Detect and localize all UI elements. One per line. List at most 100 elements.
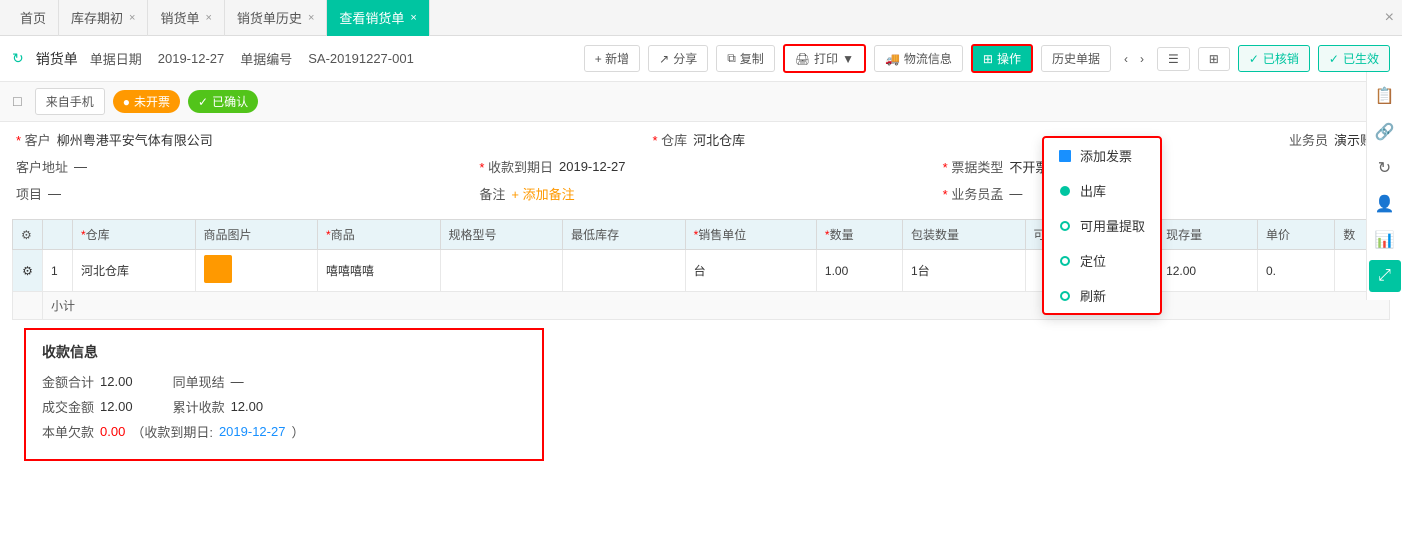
table-row: ⚙ 1 河北仓库 嘻嘻嘻嘻 台 1.00 1台 — [13, 250, 1390, 292]
subtotal-row: 小计 — [13, 292, 1390, 320]
product-thumbnail — [204, 255, 232, 283]
total-amount-value: 12.00 — [100, 374, 133, 389]
owed-due-date: 2019-12-27 — [219, 424, 286, 439]
add-invoice-item[interactable]: 添加发票 — [1044, 138, 1160, 173]
row-gear[interactable]: ⚙ — [13, 250, 43, 292]
warehouse-col-header: *仓库 — [73, 220, 196, 250]
receipt-box: 收款信息 金额合计 12.00 同单现结 — 成交金额 12.00 — [24, 328, 544, 461]
sidebar-link-icon[interactable]: 🔗 — [1369, 116, 1401, 148]
available-qty-item[interactable]: 可用量提取 — [1044, 208, 1160, 243]
doc-icon: ↻ — [12, 50, 24, 67]
close-all-tabs[interactable]: × — [1385, 9, 1394, 27]
cumulative-value: 12.00 — [231, 399, 264, 414]
row-sales-unit: 台 — [685, 250, 816, 292]
same-order-settlement-field: 同单现结 — — [173, 372, 244, 391]
sidebar-expand-icon[interactable]: ⤢ — [1369, 260, 1401, 292]
available-qty-label: 可用量提取 — [1080, 216, 1145, 235]
next-arrow[interactable]: › — [1135, 50, 1149, 68]
sidebar-user-icon[interactable]: 👤 — [1369, 188, 1401, 220]
operations-dropdown: 添加发票 出库 可用量提取 定位 — [1042, 136, 1162, 315]
tab-sales-history[interactable]: 销货单历史 × — [225, 0, 327, 36]
close-tab-sales[interactable]: × — [205, 12, 211, 24]
project-value: — — [48, 186, 61, 201]
customer-value[interactable]: 柳州粤港平安气体有限公司 — [57, 130, 213, 149]
history-button[interactable]: 历史单据 — [1041, 45, 1111, 72]
owed-value: 0.00 — [100, 424, 125, 439]
confirm-icon: ✓ — [198, 95, 208, 109]
tab-view-sales[interactable]: 查看销货单 × — [327, 0, 429, 36]
confirm-button[interactable]: ✓ 已确认 — [188, 90, 258, 113]
refresh-item[interactable]: 刷新 — [1044, 278, 1160, 313]
date-label: 单据日期 — [90, 49, 142, 68]
available-qty-icon — [1058, 219, 1072, 233]
add-note-button[interactable]: 添加备注 — [511, 184, 574, 203]
row-quantity: 1.00 — [816, 250, 902, 292]
owed-amount-field: 本单欠款 0.00 （收款到期日: 2019-12-27 ） — [42, 422, 304, 441]
add-invoice-label: 添加发票 — [1080, 146, 1132, 165]
current-stock-col-header: 现存量 — [1158, 220, 1258, 250]
number-value: SA-20191227-001 — [308, 51, 414, 66]
locate-label: 定位 — [1080, 251, 1106, 270]
new-button[interactable]: + 新增 — [584, 45, 640, 72]
logistics-icon: 🚚 — [885, 52, 900, 66]
table-section: ⚙ *仓库 商品图片 *商品 规格型号 最低库存 *销售单位 *数量 包装数量 … — [0, 219, 1402, 320]
sidebar-refresh-icon[interactable]: ↻ — [1369, 152, 1401, 184]
warehouse-value[interactable]: 河北仓库 — [693, 130, 745, 149]
row-min-stock — [563, 250, 686, 292]
from-phone-button[interactable]: 来自手机 — [35, 88, 105, 115]
gear-col-header[interactable]: ⚙ — [13, 220, 43, 250]
row-product: 嘻嘻嘻嘻 — [318, 250, 441, 292]
refresh-icon — [1058, 289, 1072, 303]
close-tab-inventory[interactable]: × — [129, 12, 135, 24]
sidebar-clipboard-icon[interactable]: 📋 — [1369, 80, 1401, 112]
dropdown-arrow-icon: ▼ — [842, 52, 854, 66]
outbound-label: 出库 — [1080, 181, 1106, 200]
operations-button[interactable]: ⊞ 操作 — [971, 44, 1033, 73]
table-wrapper: ⚙ *仓库 商品图片 *商品 规格型号 最低库存 *销售单位 *数量 包装数量 … — [12, 219, 1390, 320]
check-icon: ✓ — [1249, 52, 1259, 66]
staff2-value: — — [1009, 186, 1022, 201]
status-area: ☐ 来自手机 ● 未开票 ✓ 已确认 — [0, 82, 1402, 122]
pack-qty-col-header: 包装数量 — [902, 220, 1025, 250]
grid-view-button[interactable]: ⊞ — [1198, 47, 1230, 71]
outbound-icon — [1058, 184, 1072, 198]
address-value: — — [74, 159, 87, 174]
add-invoice-icon — [1058, 149, 1072, 163]
share-icon: ↗ — [659, 52, 669, 66]
owed-label: 本单欠款 — [42, 422, 94, 441]
same-order-label: 同单现结 — [173, 372, 225, 391]
locate-item[interactable]: 定位 — [1044, 243, 1160, 278]
outbound-item[interactable]: 出库 — [1044, 173, 1160, 208]
logistics-button[interactable]: 🚚 物流信息 — [874, 45, 963, 72]
list-view-button[interactable]: ☰ — [1157, 47, 1190, 71]
row-spec — [440, 250, 563, 292]
tab-sales-order[interactable]: 销货单 × — [148, 0, 224, 36]
close-tab-history[interactable]: × — [308, 12, 314, 24]
copy-button[interactable]: ⧉ 复制 — [716, 45, 775, 72]
row-unit-price: 0. — [1257, 250, 1334, 292]
due-date-value[interactable]: 2019-12-27 — [559, 159, 626, 174]
unit-price-col-header: 单价 — [1257, 220, 1334, 250]
seq-col-header — [43, 220, 73, 250]
close-tab-view-sales[interactable]: × — [410, 12, 416, 24]
warehouse-label: 仓库 — [652, 130, 687, 149]
print-button[interactable]: 🖨 打印 ▼ — [783, 44, 866, 73]
check2-icon: ✓ — [1329, 52, 1339, 66]
not-open-button[interactable]: ● 未开票 — [113, 90, 180, 113]
number-label: 单据编号 — [240, 49, 292, 68]
staff-label: 业务员 — [1289, 130, 1328, 149]
quantity-col-header: *数量 — [816, 220, 902, 250]
sidebar-chart-icon[interactable]: 📊 — [1369, 224, 1401, 256]
right-sidebar: 📋 🔗 ↻ 👤 📊 ⤢ — [1366, 72, 1402, 300]
effective-button[interactable]: ✓ 已生效 — [1318, 45, 1390, 72]
share-button[interactable]: ↗ 分享 — [648, 45, 708, 72]
tab-home[interactable]: 首页 — [8, 0, 59, 36]
tab-inventory-init[interactable]: 库存期初 × — [59, 0, 148, 36]
copy-icon: ⧉ — [727, 51, 736, 66]
note-label: 备注 — [479, 184, 505, 203]
doc-type: 销货单 — [36, 49, 78, 69]
prev-arrow[interactable]: ‹ — [1119, 50, 1133, 68]
sold-out-button[interactable]: ✓ 已核销 — [1238, 45, 1310, 72]
data-table: ⚙ *仓库 商品图片 *商品 规格型号 最低库存 *销售单位 *数量 包装数量 … — [12, 219, 1390, 320]
staff2-label: 业务员孟 — [943, 184, 1004, 203]
